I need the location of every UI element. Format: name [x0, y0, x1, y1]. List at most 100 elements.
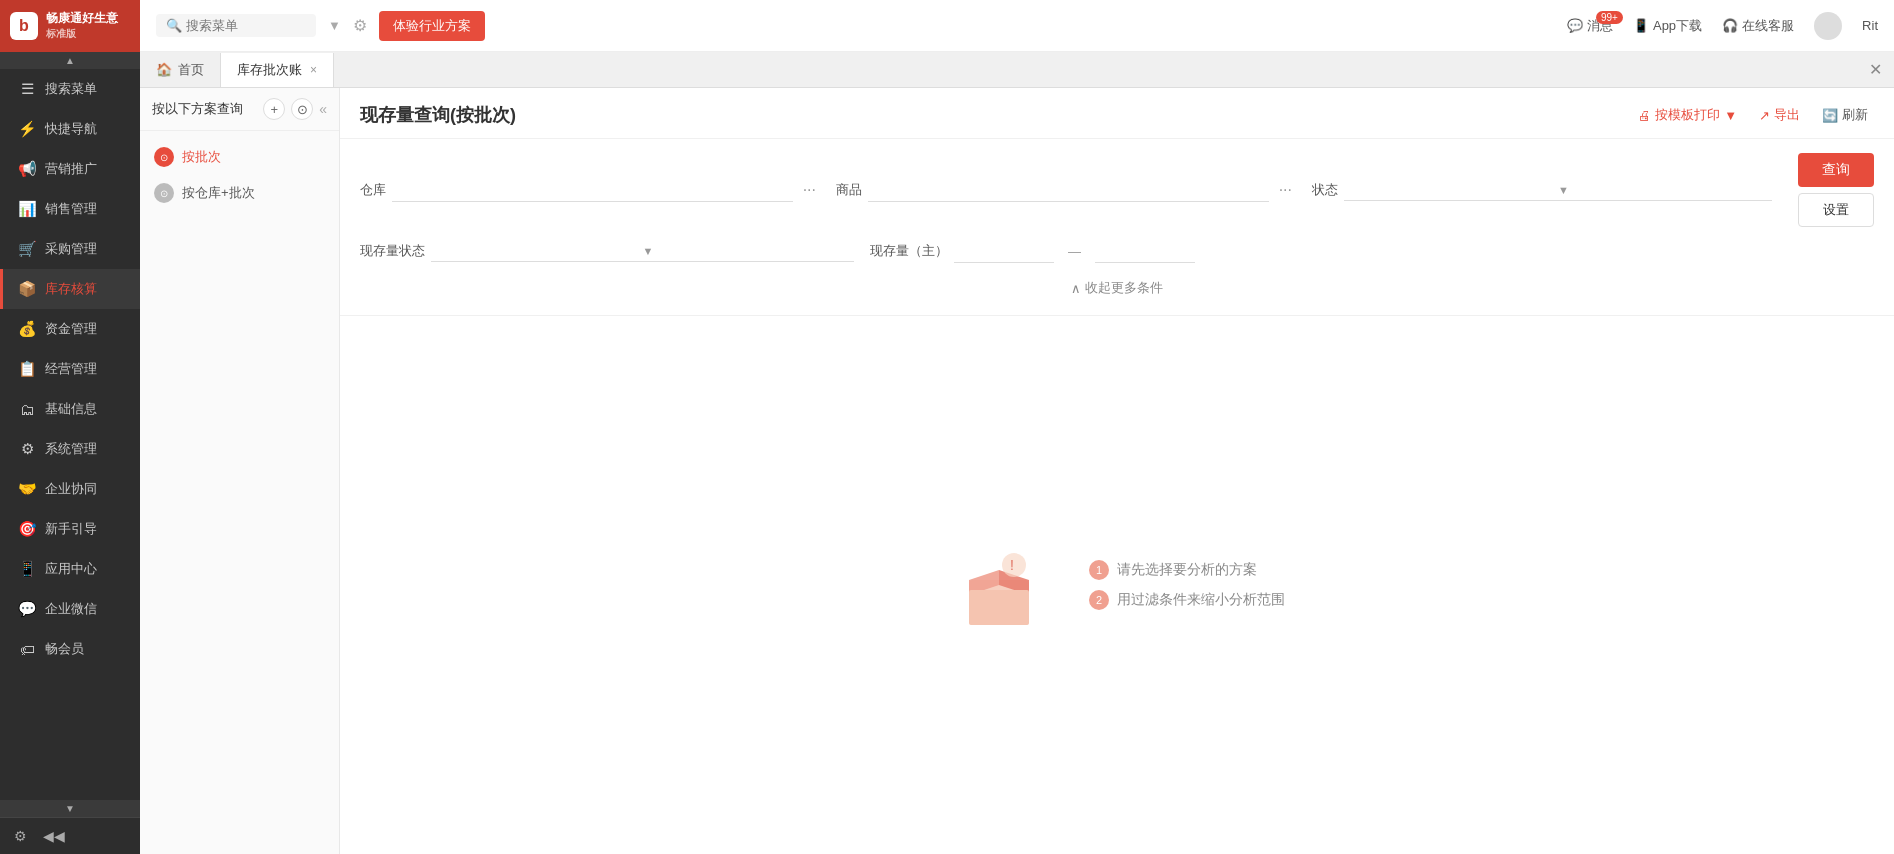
scheme-name-batch: 按批次	[182, 148, 221, 166]
topbar-search-box[interactable]: 🔍	[156, 14, 316, 37]
search-nav-icon: ☰	[17, 80, 37, 98]
warehouse-label: 仓库	[360, 181, 386, 199]
sidebar-scroll-up[interactable]: ▲	[0, 52, 140, 69]
quicknav-icon: ⚡	[17, 120, 37, 138]
right-panel: 现存量查询(按批次) 🖨 按模板打印 ▼ ↗ 导出 🔄 刷新	[340, 88, 1894, 854]
query-button[interactable]: 查询	[1798, 153, 1874, 187]
refresh-icon: 🔄	[1822, 108, 1838, 123]
scheme-item-batch[interactable]: ⊙ 按批次	[140, 139, 339, 175]
add-scheme-btn[interactable]: +	[263, 98, 285, 120]
tip-1-number: 1	[1089, 560, 1109, 580]
sidebar-item-label: 畅会员	[45, 640, 84, 658]
stock-status-select[interactable]: ▼	[431, 241, 854, 262]
warehouse-input[interactable]	[392, 178, 793, 202]
global-close-icon[interactable]: ✕	[1857, 60, 1894, 79]
collapse-panel-btn[interactable]: «	[319, 101, 327, 117]
sidebar-item-newguide[interactable]: 🎯 新手引导	[0, 509, 140, 549]
sidebar-item-wechat[interactable]: 💬 企业微信	[0, 589, 140, 629]
tab-active-label: 库存批次账	[237, 61, 302, 79]
messages-item[interactable]: 💬 消息 99+	[1567, 17, 1613, 35]
sales-icon: 📊	[17, 200, 37, 218]
sidebar-item-system[interactable]: ⚙ 系统管理	[0, 429, 140, 469]
stock-qty-max-input[interactable]	[1095, 239, 1195, 263]
scheme-name-warehouse-batch: 按仓库+批次	[182, 184, 255, 202]
app-download-item[interactable]: 📱 App下载	[1633, 17, 1702, 35]
print-icon: 🖨	[1638, 108, 1651, 123]
sidebar-item-finance[interactable]: 💰 资金管理	[0, 309, 140, 349]
sidebar-item-purchase[interactable]: 🛒 采购管理	[0, 229, 140, 269]
status-dropdown-icon: ▼	[1558, 184, 1766, 196]
sidebar-item-enterprise[interactable]: 🤝 企业协同	[0, 469, 140, 509]
sidebar: b 畅康通好生意 标准版 ▲ ☰ 搜索菜单 ⚡ 快捷导航 📢 营销推广 📊 销售…	[0, 0, 140, 854]
sidebar-item-label: 资金管理	[45, 320, 97, 338]
topbar: 🔍 ▼ ⚙ 体验行业方案 💬 消息 99+ 📱 App下载 🎧 在线客服 Rit	[140, 0, 1894, 52]
scheme-item-warehouse-batch[interactable]: ⊙ 按仓库+批次	[140, 175, 339, 211]
export-icon: ↗	[1759, 108, 1770, 123]
search-input[interactable]	[186, 18, 306, 33]
scheme-icon-active: ⊙	[154, 147, 174, 167]
gear-icon[interactable]: ⚙	[353, 16, 367, 35]
product-label: 商品	[836, 181, 862, 199]
sidebar-item-search[interactable]: ☰ 搜索菜单	[0, 69, 140, 109]
filter-area: 仓库 ··· 商品 ··· 状态 ▼	[340, 139, 1894, 316]
page-title: 现存量查询(按批次)	[360, 103, 1632, 127]
filter-field-status: 状态 ▼	[1312, 180, 1772, 201]
filter-field-stock-qty: 现存量（主） —	[870, 239, 1364, 263]
scheme-settings-btn[interactable]: ⊙	[291, 98, 313, 120]
marketing-icon: 📢	[17, 160, 37, 178]
sidebar-item-sales[interactable]: 📊 销售管理	[0, 189, 140, 229]
collapse-sidebar-icon[interactable]: ◀◀	[43, 828, 65, 844]
sidebar-item-marketing[interactable]: 📢 营销推广	[0, 149, 140, 189]
main-area: 🔍 ▼ ⚙ 体验行业方案 💬 消息 99+ 📱 App下载 🎧 在线客服 Rit	[140, 0, 1894, 854]
tabs-bar: 🏠 首页 库存批次账 × ✕	[140, 52, 1894, 88]
home-icon: 🏠	[156, 62, 172, 77]
collapse-more-conditions[interactable]: ∧ 收起更多条件	[360, 275, 1874, 301]
sidebar-scroll-down[interactable]: ▼	[0, 800, 140, 817]
settings-footer-icon[interactable]: ⚙	[14, 828, 27, 844]
user-avatar[interactable]	[1814, 12, 1842, 40]
settings-button[interactable]: 设置	[1798, 193, 1874, 227]
tab-inventory-batch[interactable]: 库存批次账 ×	[221, 53, 334, 87]
sidebar-item-label: 新手引导	[45, 520, 97, 538]
product-input[interactable]	[868, 178, 1269, 202]
tab-home[interactable]: 🏠 首页	[140, 53, 221, 87]
sidebar-item-quicknav[interactable]: ⚡ 快捷导航	[0, 109, 140, 149]
settings-circle-icon: ⊙	[297, 102, 308, 117]
app-logo: b	[10, 12, 38, 40]
refresh-btn[interactable]: 🔄 刷新	[1816, 102, 1874, 128]
operations-icon: 📋	[17, 360, 37, 378]
edition-label: 标准版	[46, 27, 118, 41]
warehouse-dots-icon[interactable]: ···	[799, 181, 820, 199]
sidebar-item-appcenter[interactable]: 📱 应用中心	[0, 549, 140, 589]
dropdown-icon[interactable]: ▼	[328, 18, 341, 33]
refresh-label: 刷新	[1842, 106, 1868, 124]
empty-tip-1: 1 请先选择要分析的方案	[1089, 560, 1285, 580]
sidebar-item-basics[interactable]: 🗂 基础信息	[0, 389, 140, 429]
sidebar-item-label: 营销推广	[45, 160, 97, 178]
svg-point-4	[1002, 553, 1026, 577]
collapse-label: 收起更多条件	[1085, 279, 1163, 297]
sidebar-item-label: 快捷导航	[45, 120, 97, 138]
product-dots-icon[interactable]: ···	[1275, 181, 1296, 199]
sidebar-item-member[interactable]: 🏷 畅会员	[0, 629, 140, 669]
print-dropdown-icon[interactable]: ▼	[1724, 108, 1737, 123]
page-actions: 🖨 按模板打印 ▼ ↗ 导出 🔄 刷新	[1632, 102, 1874, 128]
trial-btn[interactable]: 体验行业方案	[379, 11, 485, 41]
left-panel-header: 按以下方案查询 + ⊙ «	[140, 88, 339, 131]
topbar-right: 💬 消息 99+ 📱 App下载 🎧 在线客服 Rit	[1567, 12, 1878, 40]
online-service-item[interactable]: 🎧 在线客服	[1722, 17, 1794, 35]
status-select[interactable]: ▼	[1344, 180, 1772, 201]
print-label: 按模板打印	[1655, 106, 1720, 124]
filter-row-1: 仓库 ··· 商品 ··· 状态 ▼	[360, 153, 1874, 227]
export-btn[interactable]: ↗ 导出	[1753, 102, 1806, 128]
sidebar-item-label: 经营管理	[45, 360, 97, 378]
sidebar-item-operations[interactable]: 📋 经营管理	[0, 349, 140, 389]
print-btn[interactable]: 🖨 按模板打印 ▼	[1632, 102, 1743, 128]
tab-close-icon[interactable]: ×	[310, 63, 317, 77]
online-service-label: 在线客服	[1742, 17, 1794, 35]
message-icon: 💬	[1567, 18, 1583, 33]
sidebar-item-inventory[interactable]: 📦 库存核算	[0, 269, 140, 309]
tip-1-text: 请先选择要分析的方案	[1117, 561, 1257, 579]
stock-qty-min-input[interactable]	[954, 239, 1054, 263]
collapse-icon: ∧	[1071, 281, 1081, 296]
